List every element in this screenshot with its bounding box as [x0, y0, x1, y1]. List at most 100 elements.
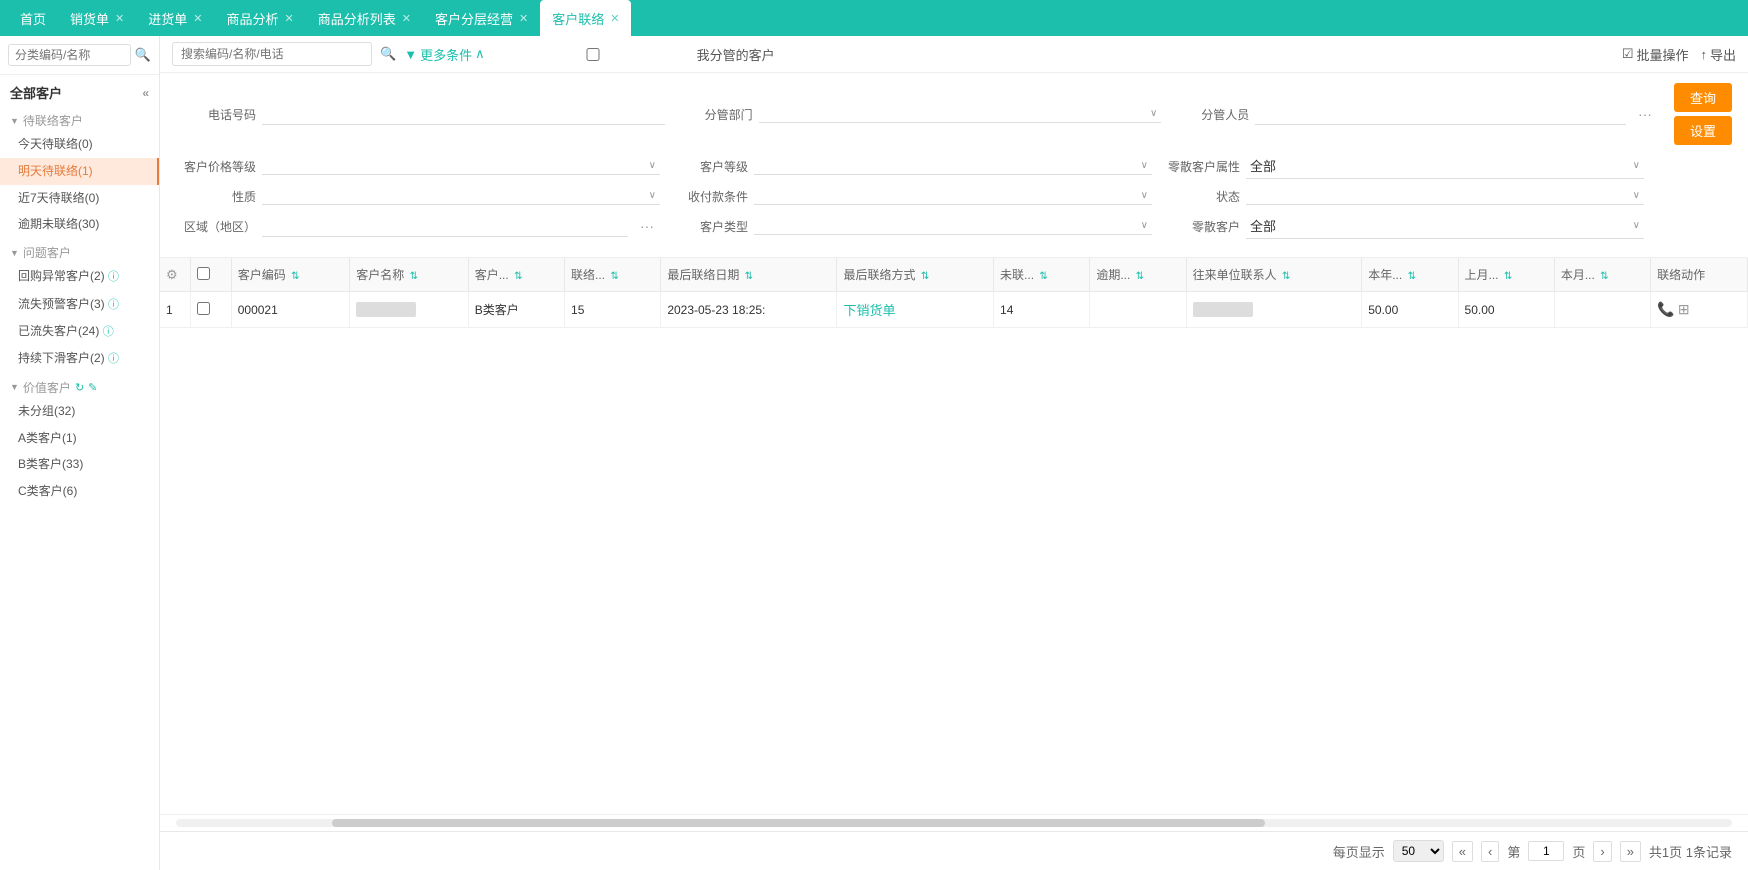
th-overdue[interactable]: 逾期... ⇅ — [1090, 258, 1186, 292]
sidebar-item-overdue-contact[interactable]: 逾期未联络(30) — [0, 211, 159, 238]
search-icon[interactable]: 🔍 — [135, 47, 151, 63]
close-icon[interactable]: ✕ — [519, 12, 528, 25]
price-level-label: 客户价格等级 — [176, 158, 256, 175]
page-number-input[interactable] — [1528, 841, 1564, 861]
nav-customer-tier[interactable]: 客户分层经营 ✕ — [423, 0, 540, 36]
manager-input[interactable] — [1255, 104, 1626, 125]
th-name[interactable]: 客户名称 ⇅ — [350, 258, 469, 292]
group-problem-customers[interactable]: 问题客户 — [0, 238, 159, 263]
sidebar-item-abnormal[interactable]: 回购异常客户(2) ⓘ — [0, 263, 159, 290]
page-suffix: 页 — [1572, 842, 1585, 861]
th-last-month[interactable]: 上月... ⇅ — [1458, 258, 1554, 292]
th-year-amount[interactable]: 本年... ⇅ — [1362, 258, 1458, 292]
last-method-link[interactable]: 下销货单 — [843, 303, 895, 318]
dept-label: 分管部门 — [673, 106, 753, 123]
th-code[interactable]: 客户编码 ⇅ — [231, 258, 350, 292]
nav-home[interactable]: 首页 — [8, 0, 58, 36]
sidebar-item-class-c[interactable]: C类客户(6) — [0, 478, 159, 505]
sidebar-item-churn-warning[interactable]: 流失预警客户(3) ⓘ — [0, 291, 159, 318]
payment-select[interactable]: ∨ — [754, 187, 1152, 205]
refresh-icon[interactable]: ↻ — [75, 381, 84, 394]
horizontal-scrollbar[interactable] — [160, 814, 1748, 831]
region-input[interactable] — [262, 216, 628, 237]
sidebar-item-class-a[interactable]: A类客户(1) — [0, 425, 159, 452]
filter-action-buttons: 查询 设置 — [1674, 83, 1732, 145]
next-page-button[interactable]: › — [1593, 841, 1611, 862]
nature-select[interactable]: ∨ — [262, 187, 660, 205]
batch-action-button[interactable]: ☑ 批量操作 — [1622, 45, 1689, 64]
last-page-button[interactable]: » — [1620, 841, 1641, 862]
close-icon[interactable]: ✕ — [285, 12, 294, 25]
row-unlisted: 14 — [994, 292, 1090, 328]
group-pending-contact[interactable]: 待联络客户 — [0, 106, 159, 131]
manager-dots-button[interactable]: ··· — [1632, 106, 1658, 122]
close-icon[interactable]: ✕ — [402, 12, 411, 25]
price-level-select[interactable]: ∨ — [262, 157, 660, 175]
scroll-thumb[interactable] — [332, 819, 1266, 827]
manager-label: 分管人员 — [1169, 106, 1249, 123]
customer-level-label: 客户等级 — [668, 158, 748, 175]
row-last-date: 2023-05-23 18:25: — [661, 292, 837, 328]
group-value-customers[interactable]: 价值客户 ↻ ✎ — [0, 373, 159, 398]
sidebar-item-7day-contact[interactable]: 近7天待联络(0) — [0, 185, 159, 212]
close-icon[interactable]: ✕ — [193, 12, 202, 25]
more-conditions-button[interactable]: ▼ 更多条件 ∧ — [404, 45, 484, 64]
grid-action-icon[interactable]: ⊞ — [1678, 301, 1690, 317]
close-icon[interactable]: ✕ — [610, 12, 619, 25]
sidebar-item-ungrouped[interactable]: 未分组(32) — [0, 398, 159, 425]
customer-level-select[interactable]: ∨ — [754, 157, 1152, 175]
nav-sales[interactable]: 销货单 ✕ — [58, 0, 136, 36]
sidebar-item-today-contact[interactable]: 今天待联络(0) — [0, 131, 159, 158]
setting-button[interactable]: 设置 — [1674, 116, 1732, 145]
th-this-month[interactable]: 本月... ⇅ — [1554, 258, 1650, 292]
phone-input[interactable] — [262, 104, 665, 125]
row-last-month: 50.00 — [1458, 292, 1554, 328]
row-code: 000021 — [231, 292, 350, 328]
per-page-select[interactable]: 50 100 200 — [1393, 840, 1444, 862]
th-type[interactable]: 客户... ⇅ — [468, 258, 564, 292]
th-contact-count[interactable]: 联络... ⇅ — [565, 258, 661, 292]
th-last-method[interactable]: 最后联络方式 ⇅ — [837, 258, 994, 292]
select-all-checkbox[interactable] — [197, 267, 210, 280]
th-contacts[interactable]: 往来单位联系人 ⇅ — [1186, 258, 1362, 292]
first-page-button[interactable]: « — [1452, 841, 1473, 862]
th-unlisted[interactable]: 未联... ⇅ — [994, 258, 1090, 292]
category-search-input[interactable] — [8, 44, 131, 66]
gear-icon[interactable]: ⚙ — [166, 267, 178, 282]
status-select[interactable]: ∨ — [1246, 187, 1644, 205]
collapse-icon[interactable]: « — [142, 86, 149, 100]
customer-type-select[interactable]: ∨ — [754, 217, 1152, 235]
sidebar-item-class-b[interactable]: B类客户(33) — [0, 451, 159, 478]
nav-product-analysis[interactable]: 商品分析 ✕ — [214, 0, 305, 36]
region-dots-button[interactable]: ··· — [634, 218, 660, 234]
retail-customer-select[interactable]: 全部 ∨ — [1246, 213, 1644, 239]
th-last-date[interactable]: 最后联络日期 ⇅ — [661, 258, 837, 292]
retail-attr-select[interactable]: 全部 ∨ — [1246, 153, 1644, 179]
nav-purchase[interactable]: 进货单 ✕ — [136, 0, 214, 36]
sidebar-item-churned[interactable]: 已流失客户(24) ⓘ — [0, 318, 159, 345]
export-button[interactable]: ↑ 导出 — [1700, 45, 1736, 64]
filter-icon: ▼ — [404, 47, 417, 62]
sidebar-item-declining[interactable]: 持续下滑客户(2) ⓘ — [0, 345, 159, 372]
phone-action-icon[interactable]: 📞 — [1657, 301, 1674, 317]
sidebar-search-area: 🔍 — [0, 36, 159, 75]
chevron-down-icon: ∨ — [1633, 190, 1640, 201]
nav-customer-contact[interactable]: 客户联络 ✕ — [540, 0, 631, 36]
dept-select[interactable]: ∨ — [759, 105, 1162, 123]
search-icon[interactable]: 🔍 — [380, 46, 396, 62]
nav-product-analysis-list[interactable]: 商品分析列表 ✕ — [306, 0, 423, 36]
sidebar-item-tomorrow-contact[interactable]: 明天待联络(1) — [0, 158, 159, 185]
edit-icon[interactable]: ✎ — [88, 381, 97, 394]
all-customers-header[interactable]: 全部客户 « — [0, 75, 159, 106]
search-input[interactable] — [172, 42, 372, 66]
filter-retail-customer: 零散客户 全部 ∨ — [1160, 213, 1644, 239]
chevron-down-icon: ∨ — [1633, 160, 1640, 171]
my-customers-checkbox[interactable]: 我分管的客户 — [493, 45, 775, 64]
filter-bar: 🔍 ▼ 更多条件 ∧ 我分管的客户 ☑ 批量操作 ↑ 导出 — [160, 36, 1748, 73]
close-icon[interactable]: ✕ — [115, 12, 124, 25]
query-button[interactable]: 查询 — [1674, 83, 1732, 112]
row-check[interactable] — [197, 302, 210, 315]
prev-page-button[interactable]: ‹ — [1481, 841, 1499, 862]
filter-row-2: 客户价格等级 ∨ 客户等级 ∨ 零散客户属性 全部 — [176, 153, 1732, 179]
my-customers-check[interactable] — [493, 48, 693, 61]
